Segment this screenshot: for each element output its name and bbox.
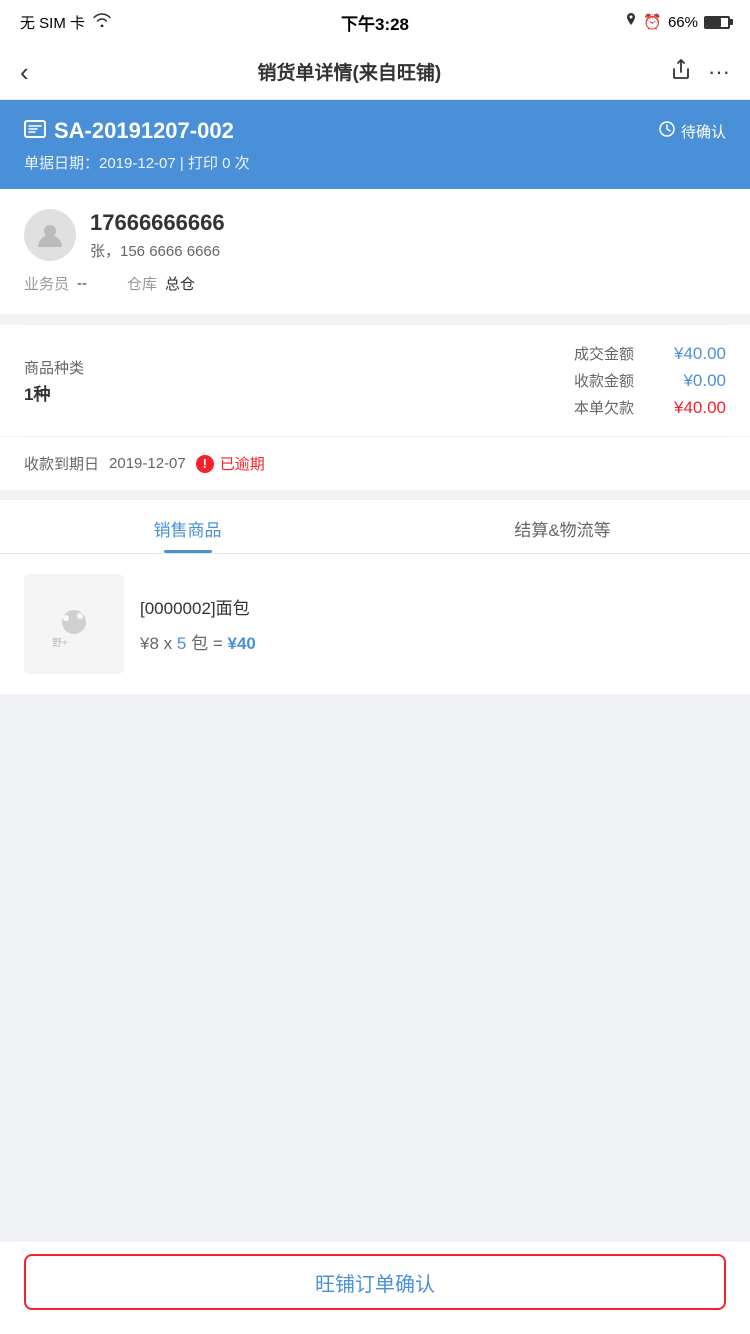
customer-name: 张，156 6666 6666 — [90, 240, 225, 261]
location-icon — [625, 13, 637, 31]
status-clock-icon — [659, 121, 675, 141]
svg-text:野+: 野+ — [52, 637, 68, 649]
status-bar: 无 SIM 卡 下午3:28 ⏰ 66% — [0, 0, 750, 44]
salesperson-label: 业务员 — [24, 273, 69, 294]
product-thumbnail: 野+ — [24, 574, 124, 674]
product-multiply: x — [164, 634, 177, 653]
overdue-badge: ! 已逾期 — [196, 453, 265, 474]
nav-actions: ··· — [670, 58, 730, 86]
due-date-value: 2019-12-07 — [109, 455, 186, 472]
product-qty: 5 — [177, 634, 186, 653]
customer-avatar — [24, 209, 76, 261]
warehouse-value: 总仓 — [165, 273, 195, 294]
empty-space — [0, 694, 750, 874]
tab-settlement-logistics[interactable]: 结算&物流等 — [375, 500, 750, 553]
back-button[interactable]: ‹ — [20, 59, 29, 85]
overdue-text: 已逾期 — [220, 453, 265, 474]
owed-amount-value: ¥40.00 — [646, 398, 726, 418]
more-button[interactable]: ··· — [708, 59, 730, 85]
owed-amount-label: 本单欠款 — [574, 397, 634, 418]
product-name: [0000002]面包 — [140, 594, 726, 619]
customer-info-row: 业务员 -- 仓库 总仓 — [24, 273, 726, 294]
page-title: 销货单详情(来自旺铺) — [258, 58, 442, 85]
tabs-container: 销售商品 结算&物流等 — [0, 500, 750, 554]
tab-sales-products[interactable]: 销售商品 — [0, 500, 375, 553]
due-date-label: 收款到期日 — [24, 453, 99, 474]
share-button[interactable] — [670, 58, 692, 86]
product-equals: = — [213, 634, 228, 653]
status-left: 无 SIM 卡 — [20, 12, 111, 33]
product-price: ¥8 — [140, 634, 159, 653]
product-type-label: 商品种类 — [24, 357, 574, 378]
salesperson-value: -- — [77, 275, 87, 292]
product-type-value: 1种 — [24, 380, 574, 405]
product-info: [0000002]面包 ¥8 x 5 包 = ¥40 — [140, 594, 726, 654]
wifi-icon — [93, 13, 111, 31]
customer-phone: 17666666666 — [90, 210, 225, 236]
warehouse-label: 仓库 — [127, 273, 157, 294]
product-section: 野+ [0000002]面包 ¥8 x 5 包 = ¥40 — [0, 554, 750, 694]
status-time: 下午3:28 — [341, 10, 409, 35]
receipt-amount-value: ¥0.00 — [646, 371, 726, 391]
summary-section: 商品种类 1种 成交金额 ¥40.00 收款金额 ¥0.00 本单欠款 ¥40.… — [0, 325, 750, 436]
order-id: SA-20191207-002 — [24, 118, 234, 144]
battery-icon — [704, 16, 730, 29]
confirm-order-button[interactable]: 旺铺订单确认 — [24, 1254, 726, 1310]
customer-card: 17666666666 张，156 6666 6666 业务员 -- 仓库 总仓 — [0, 189, 750, 314]
order-date: 单据日期：2019-12-07 | 打印 0 次 — [24, 152, 726, 173]
deal-amount-value: ¥40.00 — [646, 344, 726, 364]
nav-bar: ‹ 销货单详情(来自旺铺) ··· — [0, 44, 750, 100]
status-right: ⏰ 66% — [625, 13, 730, 31]
battery-percent: 66% — [668, 14, 698, 31]
order-header-card: SA-20191207-002 待确认 单据日期：2019-12-07 | 打印… — [0, 100, 750, 189]
product-total: ¥40 — [227, 634, 255, 653]
due-date-section: 收款到期日 2019-12-07 ! 已逾期 — [0, 437, 750, 490]
order-id-icon — [24, 118, 46, 144]
bottom-action: 旺铺订单确认 — [0, 1242, 750, 1334]
receipt-amount-label: 收款金额 — [574, 370, 634, 391]
deal-amount-label: 成交金额 — [574, 343, 634, 364]
order-status-text: 待确认 — [681, 121, 726, 142]
status-badge: 待确认 — [659, 121, 726, 142]
overdue-icon: ! — [196, 455, 214, 473]
product-item: 野+ [0000002]面包 ¥8 x 5 包 = ¥40 — [0, 554, 750, 694]
carrier-text: 无 SIM 卡 — [20, 12, 85, 33]
product-price-row: ¥8 x 5 包 = ¥40 — [140, 629, 726, 654]
product-unit: 包 — [191, 634, 208, 653]
alarm-icon: ⏰ — [643, 13, 662, 31]
